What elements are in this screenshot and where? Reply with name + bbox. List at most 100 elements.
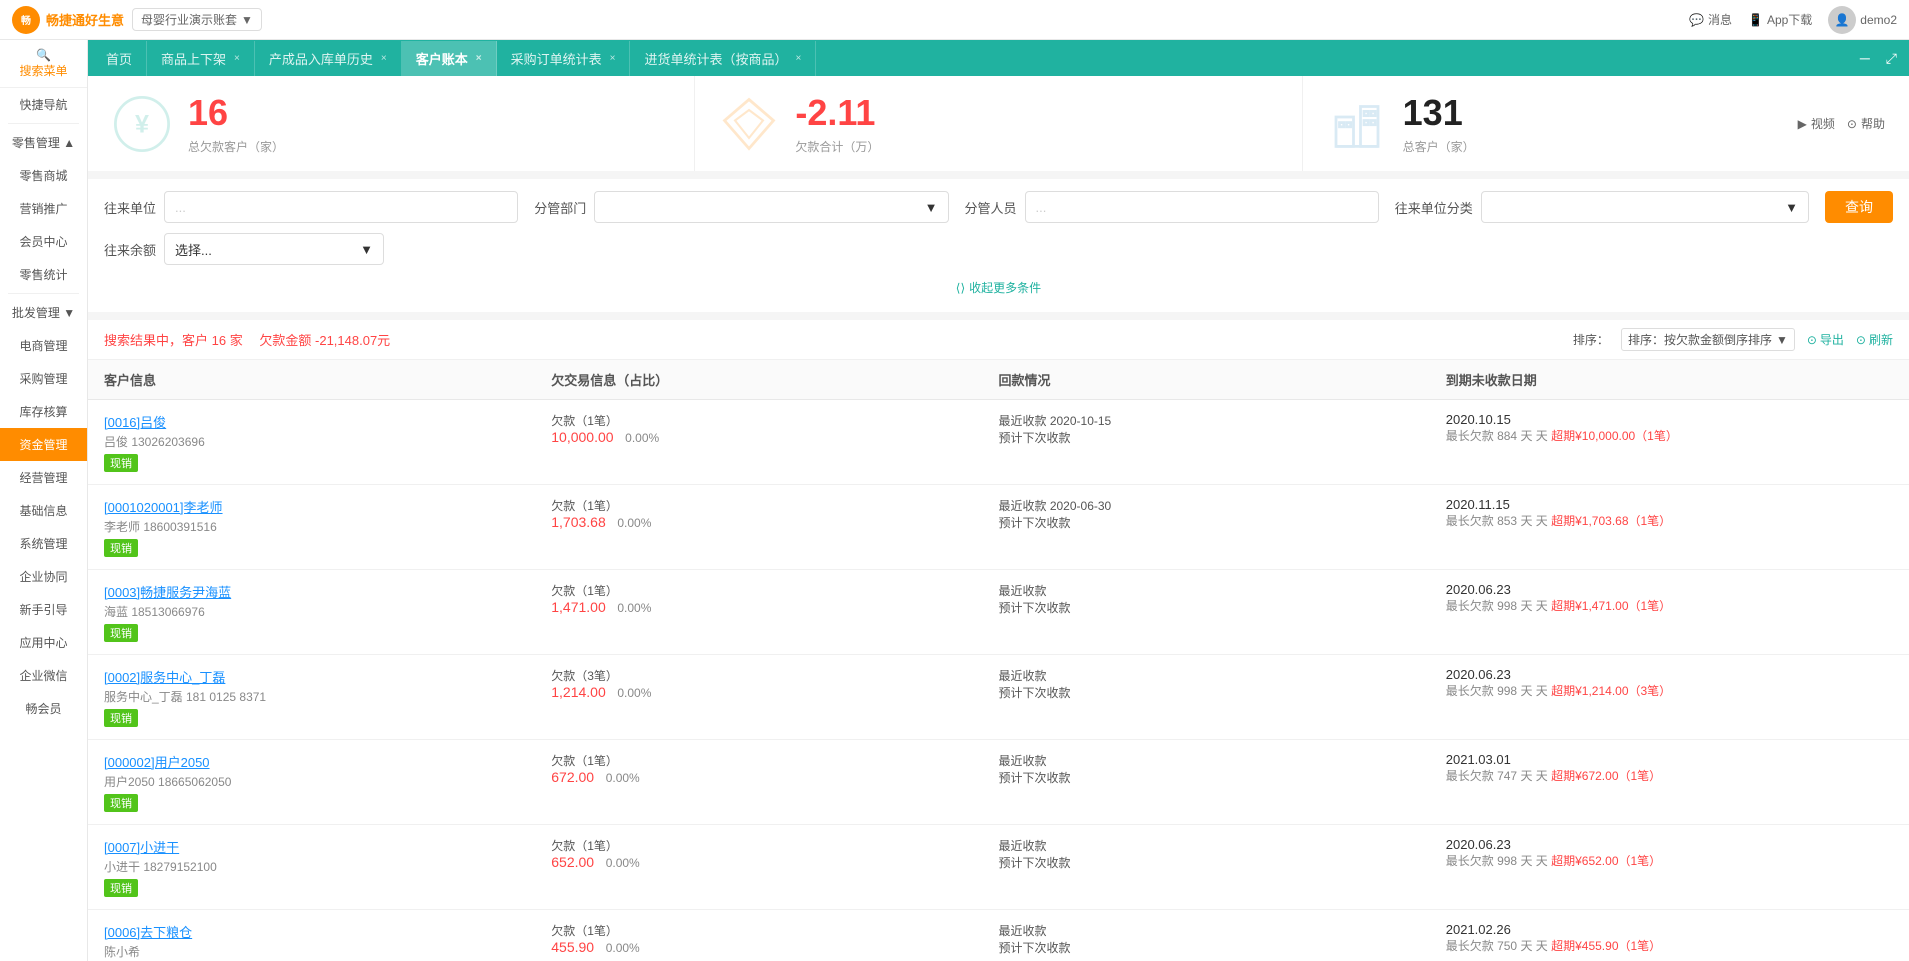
sidebar-item-retail-mall[interactable]: 零售商城 [0,159,87,192]
stat-card-actions: ▶ 视频 ⊙ 帮助 [1798,115,1885,132]
tab-home[interactable]: 首页 [96,41,147,76]
overdue-link-6[interactable]: 超期¥455.90（1笔） [1551,939,1661,953]
overdue-link-5[interactable]: 超期¥652.00（1笔） [1551,854,1661,868]
search-button[interactable]: 查询 [1825,191,1893,223]
debt-amount-row-4: 672.00 0.00% [551,769,998,785]
tab-customer-ledger[interactable]: 客户账本 × [402,41,497,76]
next-pay-4: 预计下次收款 [999,769,1446,786]
debt-amount-6: 455.90 [551,939,594,955]
company-dropdown-icon: ▼ [241,13,253,27]
customer-name-2[interactable]: [0003]畅捷服务尹海蓝 [104,582,551,601]
sidebar-item-quick-nav[interactable]: 快捷导航 [0,88,87,121]
sidebar-item-enterprise[interactable]: 企业协同 [0,560,87,593]
customer-contact-0: 吕俊 13026203696 [104,433,551,450]
video-action[interactable]: ▶ 视频 [1798,115,1835,132]
customer-name-1[interactable]: [0001020001]李老师 [104,497,551,516]
sidebar-item-marketing[interactable]: 营销推广 [0,192,87,225]
sidebar-item-member[interactable]: 会员中心 [0,225,87,258]
customer-name-3[interactable]: [0002]服务中心_丁磊 [104,667,551,686]
last-pay-4: 最近收款 [999,752,1446,769]
tab-incoming-stats[interactable]: 进货单统计表（按商品） × [630,41,816,76]
debt-count-4: 欠款（1笔） [551,752,998,769]
due-date-3: 2020.06.23 [1446,667,1893,682]
video-icon: ▶ [1798,117,1807,131]
filter-dept-label: 分管部门 [534,198,586,217]
tab-bar-right: ─ ⤢ [1856,46,1901,71]
result-count: 16 [212,333,226,348]
cell-customer-2: [0003]畅捷服务尹海蓝 海蓝 18513066976 现销 [104,582,551,642]
logo-area: 畅 畅捷通好生意 [12,6,124,34]
filter-dept-select[interactable]: ▼ [594,191,948,223]
overdue-link-1[interactable]: 超期¥1,703.68（1笔） [1551,514,1671,528]
diamond-icon [719,94,779,154]
app-download-action[interactable]: 📱 App下载 [1748,11,1812,28]
data-table: 客户信息 欠交易信息（占比） 回款情况 到期未收款日期 [0016]吕俊 吕俊 … [88,360,1909,961]
filter-balance-select[interactable]: 选择... ▼ [164,233,384,265]
filter-person-input[interactable]: ... [1025,191,1379,223]
sidebar-search[interactable]: 🔍 搜索菜单 [0,40,87,88]
sidebar-item-operations[interactable]: 经营管理 [0,461,87,494]
sidebar-item-guide[interactable]: 新手引导 [0,593,87,626]
minimize-icon[interactable]: ─ [1856,46,1874,71]
sidebar-item-app-center[interactable]: 应用中心 [0,626,87,659]
overdue-link-0[interactable]: 超期¥10,000.00（1笔） [1551,429,1678,443]
sidebar-item-wechat[interactable]: 企业微信 [0,659,87,692]
overdue-link-2[interactable]: 超期¥1,471.00（1笔） [1551,599,1671,613]
filter-unit: 往来单位 ... [104,191,518,223]
sidebar-item-basic[interactable]: 基础信息 [0,494,87,527]
debt-amount-1: 1,703.68 [551,514,606,530]
tab-close-finished[interactable]: × [381,53,387,64]
filter-unit-dots: ... [175,200,186,215]
customer-name-4[interactable]: [000002]用户2050 [104,752,551,771]
tab-close-incoming[interactable]: × [795,53,801,64]
export-label: 导出 [1820,331,1844,348]
content-area: ¥ 16 总欠款客户（家） [88,76,1909,961]
sidebar-item-ecommerce[interactable]: 电商管理 [0,329,87,362]
customer-name-0[interactable]: [0016]吕俊 [104,412,551,431]
tab-product-listing[interactable]: 商品上下架 × [147,41,255,76]
wholesale-arrow: ▼ [63,306,75,320]
cell-duedate-0: 2020.10.15 最长欠款 884 天 天 超期¥10,000.00（1笔） [1446,412,1893,444]
company-select[interactable]: 母婴行业演示账套 ▼ [132,8,262,31]
sidebar-item-finance[interactable]: 资金管理 [0,428,87,461]
stat-number-debt-total: -2.11 [795,92,879,134]
message-action[interactable]: 💬 消息 [1689,11,1732,28]
collapse-button[interactable]: ⟨⟩ 收起更多条件 [104,275,1893,300]
customer-name-6[interactable]: [0006]去下粮仓 [104,922,551,941]
user-avatar-area[interactable]: 👤 demo2 [1828,6,1897,34]
sidebar: 🔍 搜索菜单 快捷导航 零售管理 ▲ 零售商城 营销推广 会员中心 零售统计 批… [0,40,88,961]
next-pay-0: 预计下次收款 [999,429,1446,446]
customer-name-5[interactable]: [0007]小进干 [104,837,551,856]
overdue-link-3[interactable]: 超期¥1,214.00（3笔） [1551,684,1671,698]
svg-text:¥: ¥ [135,110,149,138]
tab-close-customer[interactable]: × [476,53,482,64]
refresh-button[interactable]: ⊙ 刷新 [1856,331,1893,348]
debt-amount-row-6: 455.90 0.00% [551,939,998,955]
tab-close-product[interactable]: × [234,53,240,64]
filter-unit-input[interactable]: ... [164,191,518,223]
next-pay-2: 预计下次收款 [999,599,1446,616]
sort-select[interactable]: 排序：按欠款金额倒序排序 ▼ [1621,328,1795,351]
cell-return-5: 最近收款 预计下次收款 [999,837,1446,871]
overdue-days-6: 最长欠款 750 天 天 超期¥455.90（1笔） [1446,937,1893,954]
help-label: 帮助 [1861,115,1885,132]
sidebar-item-purchase[interactable]: 采购管理 [0,362,87,395]
sidebar-item-retail-mgmt[interactable]: 零售管理 ▲ [0,126,87,159]
maximize-icon[interactable]: ⤢ [1882,46,1901,71]
filter-balance-label: 往来余额 [104,240,156,259]
help-action[interactable]: ⊙ 帮助 [1847,115,1885,132]
tab-purchase-stats[interactable]: 采购订单统计表 × [497,41,631,76]
sidebar-item-retail-stats[interactable]: 零售统计 [0,258,87,291]
filter-person-label: 分管人员 [965,198,1017,217]
sidebar-item-system[interactable]: 系统管理 [0,527,87,560]
tab-finished-goods[interactable]: 产成品入库单历史 × [255,41,402,76]
export-button[interactable]: ⊙ 导出 [1807,331,1844,348]
overdue-link-4[interactable]: 超期¥672.00（1笔） [1551,769,1661,783]
customer-contact-4: 用户2050 18665062050 [104,773,551,790]
sidebar-item-wholesale-mgmt[interactable]: 批发管理 ▼ [0,296,87,329]
logo-text: 畅捷通好生意 [46,10,124,29]
sidebar-item-member2[interactable]: 畅会员 [0,692,87,725]
filter-category-select[interactable]: ▼ [1481,191,1809,223]
tab-close-purchase[interactable]: × [610,53,616,64]
sidebar-item-inventory[interactable]: 库存核算 [0,395,87,428]
